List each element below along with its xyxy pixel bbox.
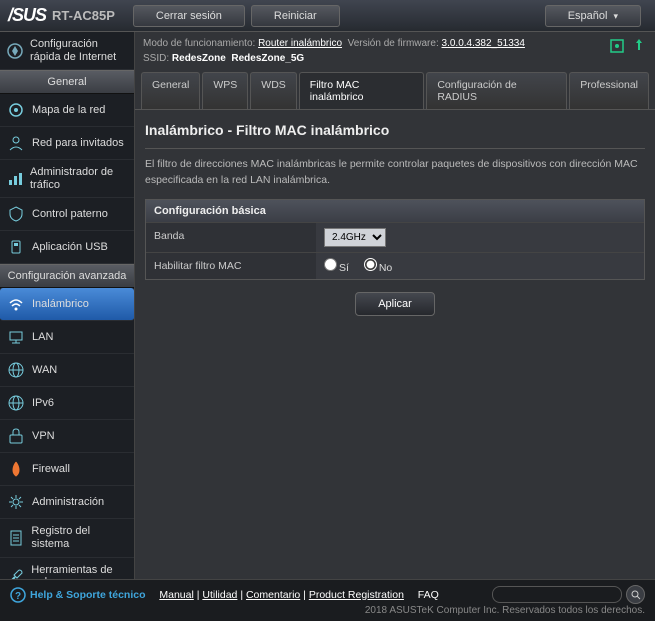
footer-link-product-registration[interactable]: Product Registration <box>309 589 404 601</box>
ssid-label: SSID: <box>143 53 169 64</box>
mode-value-link[interactable]: Router inalámbrico <box>258 38 342 49</box>
tabs: GeneralWPSWDSFiltro MAC inalámbricoConfi… <box>135 72 655 110</box>
brand-logo: /SUS <box>8 5 46 26</box>
sidebar-item-lan[interactable]: LAN <box>0 321 134 354</box>
info-strip: Modo de funcionamiento: Router inalámbri… <box>135 32 655 72</box>
language-button[interactable]: Español <box>545 5 641 27</box>
basic-config-panel: Configuración básica Banda 2.4GHz Habili… <box>145 199 645 280</box>
log-icon <box>6 528 25 548</box>
sidebar-item-label: IPv6 <box>32 397 54 410</box>
sidebar-item-mapa-de-la-red[interactable]: Mapa de la red <box>0 94 134 127</box>
traffic-icon <box>6 169 24 189</box>
sidebar-item-label: Aplicación USB <box>32 241 108 254</box>
wifi-icon <box>6 294 26 314</box>
sidebar-header-advanced: Configuración avanzada <box>0 264 134 288</box>
tab-filtro-mac-inalámbrico[interactable]: Filtro MAC inalámbrico <box>299 72 425 109</box>
sidebar-item-vpn[interactable]: VPN <box>0 420 134 453</box>
ipv6-icon <box>6 393 26 413</box>
sidebar-item-label: Control paterno <box>32 208 108 221</box>
lan-icon <box>6 327 26 347</box>
fw-icon <box>6 459 26 479</box>
sidebar-item-label: Administración <box>32 496 104 509</box>
tab-professional[interactable]: Professional <box>569 72 649 109</box>
faq-search-input[interactable] <box>492 586 622 603</box>
sidebar-header-general: General <box>0 70 134 94</box>
sidebar-item-wan[interactable]: WAN <box>0 354 134 387</box>
search-go-button[interactable] <box>626 585 645 604</box>
sidebar-item-administrador-de-tráfico[interactable]: Administrador de tráfico <box>0 160 134 198</box>
sidebar-item-ipv6[interactable]: IPv6 <box>0 387 134 420</box>
wan-icon <box>6 360 26 380</box>
copyright: 2018 ASUSTeK Computer Inc. Reservados to… <box>10 605 645 616</box>
guest-icon <box>6 133 26 153</box>
sidebar-item-label: Red para invitados <box>32 137 124 150</box>
sidebar-item-firewall[interactable]: Firewall <box>0 453 134 486</box>
ssid1: RedesZone <box>172 53 226 64</box>
radio-no[interactable] <box>364 258 377 271</box>
footer-link-comentario[interactable]: Comentario <box>246 589 300 601</box>
radio-no-label[interactable]: No <box>364 258 392 274</box>
admin-icon <box>6 492 26 512</box>
ssid2: RedesZone_5G <box>231 53 304 64</box>
sidebar-item-control-paterno[interactable]: Control paterno <box>0 198 134 231</box>
band-label: Banda <box>146 223 316 252</box>
usb-icon[interactable] <box>631 38 647 54</box>
topbar: /SUS RT-AC85P Cerrar sesión Reiniciar Es… <box>0 0 655 32</box>
qis-icon <box>6 41 24 61</box>
svg-text:?: ? <box>15 591 21 602</box>
model-label: RT-AC85P <box>52 8 115 23</box>
usb-icon <box>6 237 26 257</box>
sidebar-item-herramientas-de-red[interactable]: Herramientas de red <box>0 558 134 579</box>
sidebar-item-red-para-invitados[interactable]: Red para invitados <box>0 127 134 160</box>
help-icon[interactable]: ? <box>10 587 26 603</box>
map-icon <box>6 100 26 120</box>
language-select[interactable]: Español <box>545 5 647 27</box>
sidebar-item-label: Firewall <box>32 463 70 476</box>
tab-wps[interactable]: WPS <box>202 72 248 109</box>
footer-link-utilidad[interactable]: Utilidad <box>202 589 237 601</box>
parent-icon <box>6 204 26 224</box>
radio-yes[interactable] <box>324 258 337 271</box>
sidebar-item-label: Registro del sistema <box>31 525 128 550</box>
reboot-button[interactable]: Reiniciar <box>251 5 340 27</box>
sidebar-item-label: Configuración rápida de Internet <box>30 38 128 63</box>
sidebar-item-label: LAN <box>32 331 53 344</box>
sidebar: Configuración rápida de Internet General… <box>0 32 135 579</box>
sidebar-item-label: Mapa de la red <box>32 104 105 117</box>
page-description: El filtro de direcciones MAC inalámbrica… <box>145 157 645 189</box>
vpn-icon <box>6 426 26 446</box>
tab-wds[interactable]: WDS <box>250 72 297 109</box>
faq-label: FAQ <box>418 589 439 601</box>
sidebar-item-label: WAN <box>32 364 57 377</box>
sidebar-item-qis[interactable]: Configuración rápida de Internet <box>0 32 134 70</box>
aimesh-icon[interactable] <box>609 38 625 54</box>
band-select[interactable]: 2.4GHz <box>324 228 386 247</box>
sidebar-item-label: VPN <box>32 430 55 443</box>
tab-general[interactable]: General <box>141 72 200 109</box>
panel-header: Configuración básica <box>146 200 644 222</box>
sidebar-item-inalámbrico[interactable]: Inalámbrico <box>0 288 134 321</box>
sidebar-item-label: Inalámbrico <box>32 298 89 311</box>
fw-value-link[interactable]: 3.0.0.4.382_51334 <box>442 38 525 49</box>
sidebar-item-label: Herramientas de red <box>31 564 128 579</box>
help-support-label: Help & Soporte técnico <box>30 589 146 601</box>
apply-button[interactable]: Aplicar <box>355 292 435 316</box>
mode-label: Modo de funcionamiento: <box>143 38 255 49</box>
radio-yes-label[interactable]: Sí <box>324 258 349 274</box>
sidebar-item-aplicación-usb[interactable]: Aplicación USB <box>0 231 134 264</box>
tab-configuración-de-radius[interactable]: Configuración de RADIUS <box>426 72 567 109</box>
sidebar-item-registro-del-sistema[interactable]: Registro del sistema <box>0 519 134 557</box>
page-title: Inalámbrico - Filtro MAC inalámbrico <box>145 122 645 138</box>
logout-button[interactable]: Cerrar sesión <box>133 5 245 27</box>
sidebar-item-label: Administrador de tráfico <box>30 166 128 191</box>
footer: ? Help & Soporte técnico Manual | Utilid… <box>0 579 655 621</box>
footer-link-manual[interactable]: Manual <box>159 589 193 601</box>
sidebar-item-administración[interactable]: Administración <box>0 486 134 519</box>
enable-mac-label: Habilitar filtro MAC <box>146 253 316 279</box>
tools-icon <box>6 566 25 579</box>
fw-label: Versión de firmware: <box>348 38 439 49</box>
